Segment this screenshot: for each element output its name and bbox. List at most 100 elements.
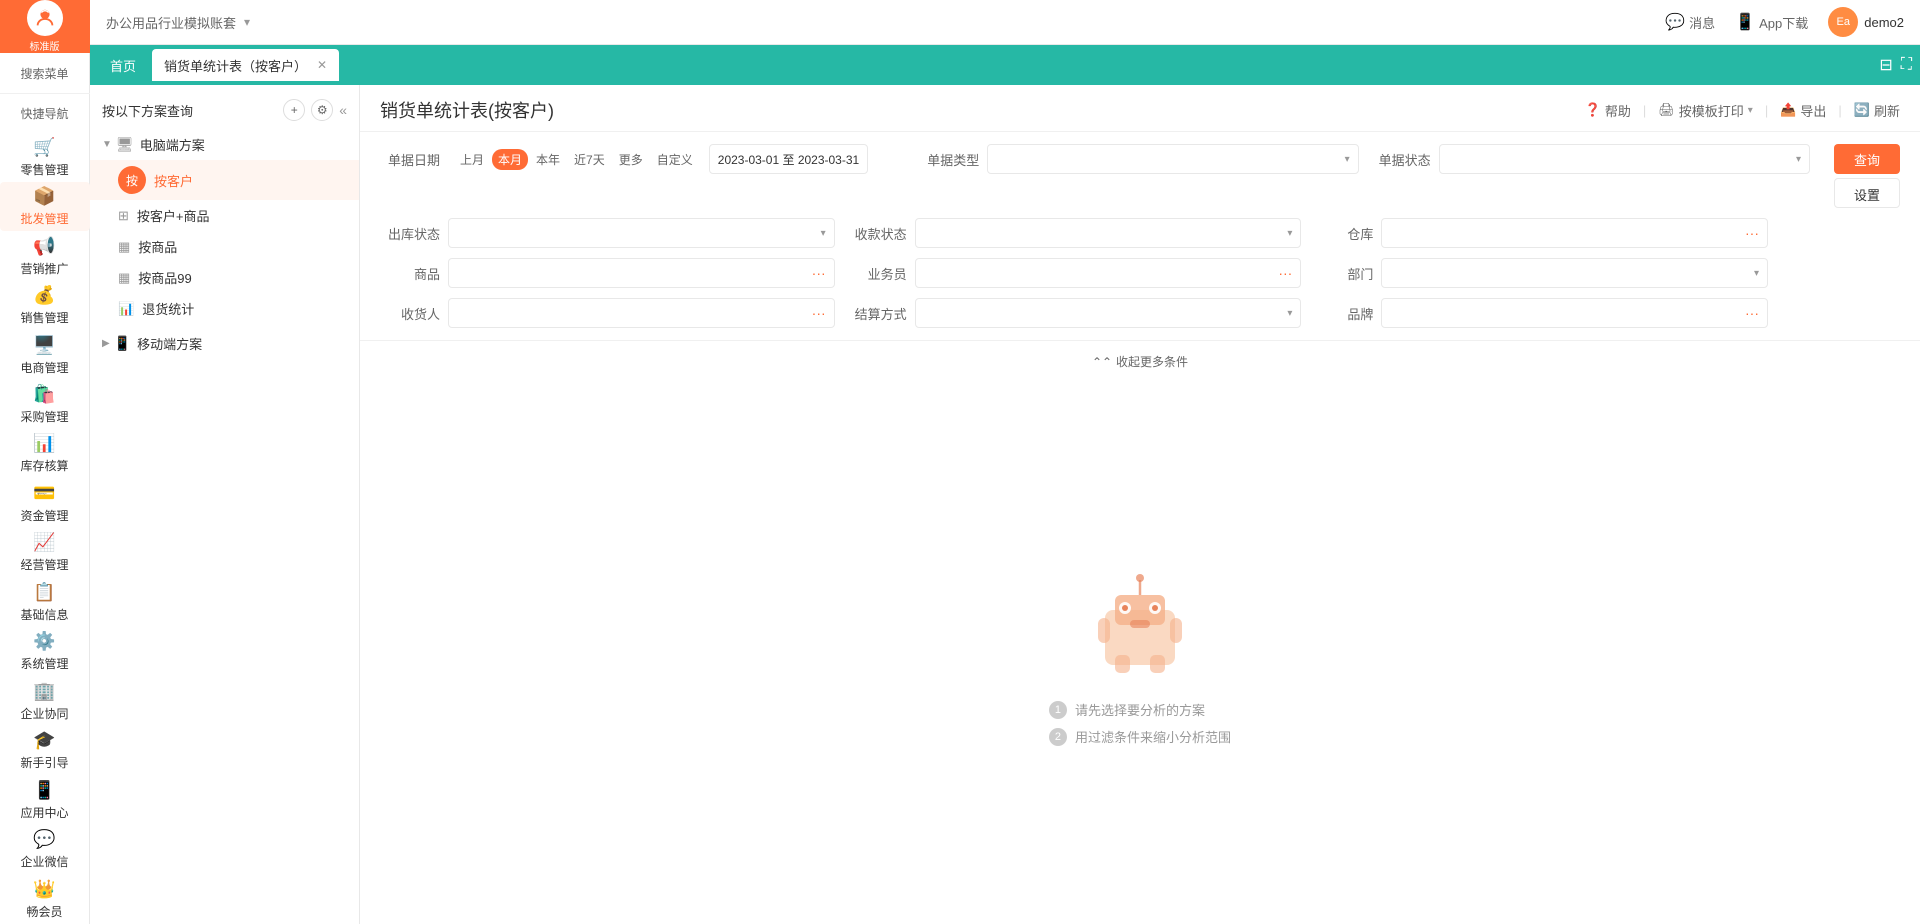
warehouse-dots[interactable]: ··· <box>1745 225 1759 241</box>
tab-this-year[interactable]: 本年 <box>530 149 566 170</box>
tab-this-month[interactable]: 本月 <box>492 149 528 170</box>
settings-btn[interactable]: 设置 <box>1834 178 1900 208</box>
salesperson-dots[interactable]: ··· <box>1278 265 1292 281</box>
filter-area: 单据日期 上月 本月 本年 近7天 更多 自定义 2023- <box>360 132 1920 340</box>
date-filter-group: 单据日期 上月 本月 本年 近7天 更多 自定义 2023- <box>380 144 907 174</box>
sidebar-item-newbie[interactable]: 🎓 新手引导 <box>0 726 90 775</box>
sidebar-nav-label: 快捷导航 <box>20 105 68 122</box>
tree-item-by-customer[interactable]: 按 按客户 <box>90 160 359 200</box>
user-profile[interactable]: Ea demo2 <box>1828 7 1904 37</box>
header-dropdown-icon[interactable]: ▾ <box>244 15 250 29</box>
query-btn[interactable]: 查询 <box>1834 144 1900 174</box>
goods-filter: 商品 ··· <box>380 258 835 288</box>
salesperson-label: 业务员 <box>847 264 907 283</box>
out-status-input[interactable]: ▾ <box>448 218 835 248</box>
content-area: 按以下方案查询 + ⚙ « ▼ 🖥 电脑端方案 按 按客户 <box>90 85 1920 924</box>
sidebar-system-label: 系统管理 <box>20 655 68 672</box>
sidebar-item-retail[interactable]: 🛒 零售管理 <box>0 132 90 181</box>
receiver-input[interactable]: ··· <box>448 298 835 328</box>
sidebar-item-wechat[interactable]: 💬 企业微信 <box>0 825 90 874</box>
sidebar-item-wholesale[interactable]: 📦 批发管理 <box>0 182 90 231</box>
date-label: 单据日期 <box>380 150 440 169</box>
sidebar-item-enterprise[interactable]: 🏢 企业协同 <box>0 677 90 726</box>
sidebar-logo[interactable]: 标准版 <box>0 0 90 53</box>
tree-mobile-label: 移动端方案 <box>137 334 347 353</box>
brand-dots[interactable]: ··· <box>1745 305 1759 321</box>
sales-icon: 💰 <box>33 285 55 306</box>
refresh-btn[interactable]: 🔄 刷新 <box>1854 101 1900 120</box>
out-status-label: 出库状态 <box>380 224 440 243</box>
tab-minimize-icon[interactable]: ⊟ <box>1879 55 1892 75</box>
salesperson-filter: 业务员 ··· <box>847 258 1302 288</box>
tab-expand-icon[interactable]: ⛶ <box>1901 56 1912 74</box>
empty-state: 1 请先选择要分析的方案 2 用过滤条件来缩小分析范围 <box>360 382 1920 924</box>
panel-collapse-btn[interactable]: « <box>339 102 347 118</box>
tree-item-by-goods99[interactable]: ▦ 按商品99 <box>90 262 359 293</box>
sidebar-quick-nav[interactable]: 快捷导航 <box>0 94 90 132</box>
sidebar-item-vip[interactable]: 👑 畅会员 <box>0 875 90 924</box>
salesperson-input[interactable]: ··· <box>915 258 1302 288</box>
doc-type-input[interactable]: ▾ <box>987 144 1358 174</box>
tab-home[interactable]: 首页 <box>98 49 148 81</box>
sidebar-item-purchase[interactable]: 🛍️ 采购管理 <box>0 380 90 429</box>
payment-status-input[interactable]: ▾ <box>915 218 1302 248</box>
panel-settings-btn[interactable]: ⚙ <box>311 99 333 121</box>
tree-mobile-section[interactable]: ▶ 📱 移动端方案 <box>90 328 359 359</box>
tree-item-by-customer-goods[interactable]: ⊞ 按客户+商品 <box>90 200 359 231</box>
tree-desktop-section[interactable]: ▼ 🖥 电脑端方案 <box>90 129 359 160</box>
user-avatar: Ea <box>1828 7 1858 37</box>
export-label: 导出 <box>1800 101 1826 120</box>
header-left: 办公用品行业模拟账套 ▾ <box>106 13 250 32</box>
template-print-btn[interactable]: 🖨 按模板打印 ▾ <box>1658 101 1753 120</box>
date-range-input[interactable]: 2023-03-01 至 2023-03-31 <box>709 144 868 174</box>
divider-2: | <box>1765 103 1768 118</box>
desktop-icon: 🖥 <box>116 136 134 153</box>
brand-input[interactable]: ··· <box>1381 298 1768 328</box>
sidebar-vip-label: 畅会员 <box>26 903 62 920</box>
sidebar-item-ecom[interactable]: 🖥️ 电商管理 <box>0 330 90 379</box>
settlement-input[interactable]: ▾ <box>915 298 1302 328</box>
tab-custom[interactable]: 自定义 <box>651 149 699 170</box>
bar-icon: 📊 <box>118 301 134 317</box>
sidebar-item-appstore[interactable]: 📱 应用中心 <box>0 776 90 825</box>
dept-input[interactable]: ▾ <box>1381 258 1768 288</box>
sidebar-finance-label: 资金管理 <box>20 507 68 524</box>
tree-item-returns-stat[interactable]: 📊 退货统计 <box>90 293 359 324</box>
sidebar-item-inventory[interactable]: 📊 库存核算 <box>0 429 90 478</box>
tab-last-month[interactable]: 上月 <box>454 149 490 170</box>
sidebar-item-marketing[interactable]: 📢 营销推广 <box>0 231 90 280</box>
doc-status-input[interactable]: ▾ <box>1439 144 1810 174</box>
hint-num-1: 1 <box>1049 701 1067 719</box>
receiver-dots[interactable]: ··· <box>812 305 826 321</box>
tab-sales-stat[interactable]: 销货单统计表（按客户） ✕ <box>152 49 339 81</box>
app-download-btn[interactable]: 📱 App下载 <box>1735 12 1808 32</box>
panel-title: 按以下方案查询 <box>102 101 193 120</box>
receiver-filter: 收货人 ··· <box>380 298 835 328</box>
goods-dots[interactable]: ··· <box>812 265 826 281</box>
warehouse-input[interactable]: ··· <box>1381 218 1768 248</box>
top-header: 办公用品行业模拟账套 ▾ 💬 消息 📱 App下载 Ea demo2 <box>90 0 1920 45</box>
sidebar-item-operation[interactable]: 📈 经营管理 <box>0 528 90 577</box>
message-btn[interactable]: 💬 消息 <box>1665 12 1715 32</box>
tree-item-by-goods[interactable]: ▦ 按商品 <box>90 231 359 262</box>
empty-hint-2: 2 用过滤条件来缩小分析范围 <box>1049 727 1231 746</box>
collapse-btn[interactable]: ⌃⌃ 收起更多条件 <box>1080 349 1200 374</box>
template-dropdown-icon: ▾ <box>1748 105 1753 116</box>
help-btn[interactable]: ❓ 帮助 <box>1585 101 1631 120</box>
panel-add-btn[interactable]: + <box>283 99 305 121</box>
tab-more[interactable]: 更多 <box>613 149 649 170</box>
sidebar-search-item[interactable]: 搜索菜单 <box>0 53 90 94</box>
sidebar-item-system[interactable]: ⚙️ 系统管理 <box>0 627 90 676</box>
sidebar-item-sales[interactable]: 💰 销售管理 <box>0 281 90 330</box>
sidebar-item-finance[interactable]: 💳 资金管理 <box>0 479 90 528</box>
goods-input[interactable]: ··· <box>448 258 835 288</box>
retail-icon: 🛒 <box>33 137 55 158</box>
filter-row-3: 商品 ··· 业务员 ··· 部门 <box>380 258 1900 288</box>
sidebar-item-basic[interactable]: 📋 基础信息 <box>0 578 90 627</box>
tab-last-7-days[interactable]: 近7天 <box>568 149 611 170</box>
by-customer-label: 按客户 <box>154 171 193 190</box>
sidebar-retail-label: 零售管理 <box>20 161 68 178</box>
tab-close-icon[interactable]: ✕ <box>317 58 327 72</box>
export-btn[interactable]: 📤 导出 <box>1780 101 1826 120</box>
dept-dropdown-icon: ▾ <box>1754 268 1759 279</box>
